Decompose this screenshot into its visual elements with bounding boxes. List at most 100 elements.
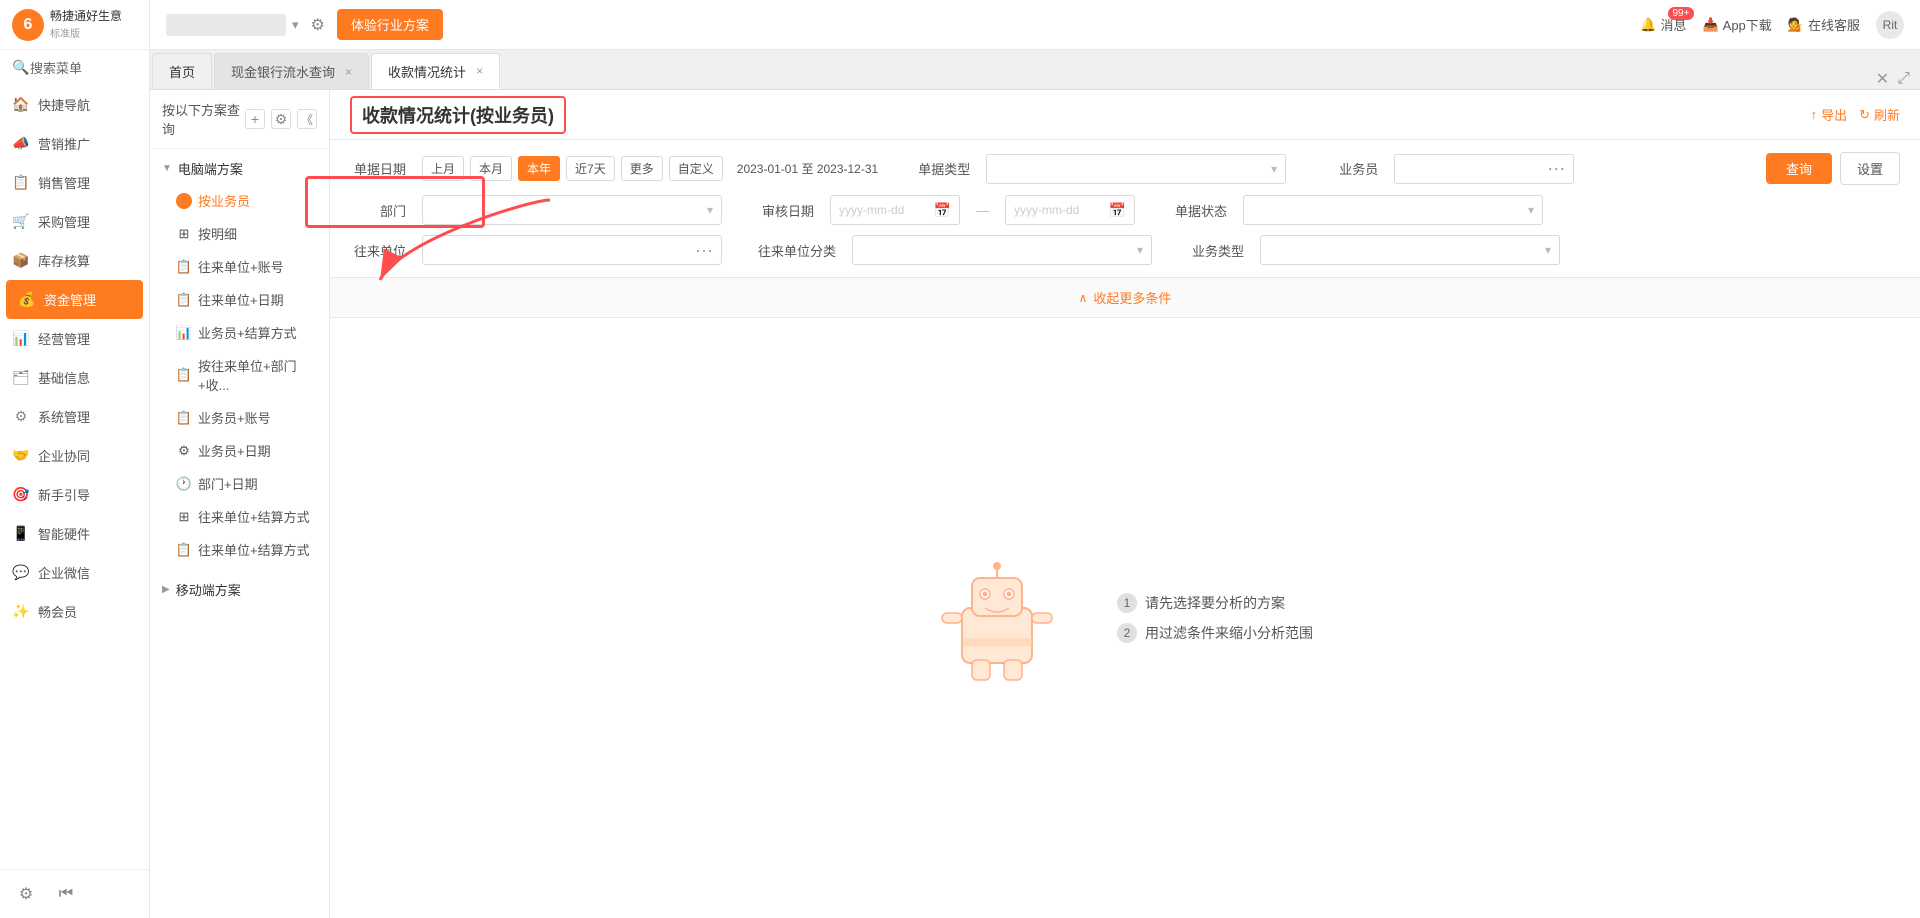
- trial-button[interactable]: 体验行业方案: [337, 9, 443, 40]
- online-service-link[interactable]: 💁 在线客服: [1788, 15, 1860, 34]
- topbar-right-actions: 🔔 消息 99+ 📥 App下载 💁 在线客服 Rit: [1640, 11, 1904, 39]
- notification-button[interactable]: 🔔 消息 99+: [1640, 15, 1686, 34]
- sales-icon: 📋: [12, 174, 30, 192]
- date-btn-custom[interactable]: 自定义: [669, 156, 723, 181]
- app-name: 畅捷通好生意: [50, 9, 122, 25]
- plan-group-pc-header[interactable]: ▼ 电脑端方案: [150, 153, 329, 184]
- plan-item-by-detail[interactable]: ⊞ 按明细: [150, 217, 329, 250]
- sidebar-settings-icon[interactable]: ⚙: [12, 880, 40, 908]
- active-dot-icon: [176, 193, 192, 209]
- sidebar-item-search[interactable]: 🔍 搜索菜单: [0, 50, 149, 85]
- plan-item-salesperson-date-label: 业务员+日期: [198, 441, 271, 460]
- page-title-box: 收款情况统计(按业务员): [350, 96, 566, 134]
- refresh-icon: ↻: [1859, 107, 1870, 123]
- guide-icon: 🎯: [12, 486, 30, 504]
- plan-item-dept-date[interactable]: 🕐 部门+日期: [150, 467, 329, 500]
- app-download-link[interactable]: 📥 App下载: [1702, 15, 1771, 34]
- sidebar-member-label: 畅会员: [38, 602, 77, 621]
- date-btn-this-year[interactable]: 本年: [518, 156, 560, 181]
- page-header: 收款情况统计(按业务员) ↑ 导出 ↻ 刷新: [330, 90, 1920, 140]
- plan-group-mobile-header[interactable]: ▶ 移动端方案: [150, 574, 329, 605]
- plan-item-unit-settle1[interactable]: ⊞ 往来单位+结算方式: [150, 500, 329, 533]
- settings-button[interactable]: 设置: [1840, 152, 1900, 185]
- plan-settings-button[interactable]: ⚙: [271, 109, 291, 129]
- tab-bank[interactable]: 现金银行流水查询 ×: [214, 53, 369, 89]
- logo-icon: 6: [12, 9, 44, 41]
- add-plan-button[interactable]: +: [245, 109, 265, 129]
- tip-2-text: 用过滤条件来缩小分析范围: [1145, 623, 1313, 643]
- sidebar-item-system[interactable]: ⚙ 系统管理: [0, 397, 149, 436]
- sidebar-item-capital[interactable]: 💰 资金管理: [6, 280, 143, 319]
- capital-icon: 💰: [18, 291, 36, 309]
- tab-close-all-icon[interactable]: ✕: [1876, 69, 1889, 89]
- plan-item-salesperson-account-label: 业务员+账号: [198, 408, 271, 427]
- plan-item-unit-date[interactable]: 📋 往来单位+日期: [150, 283, 329, 316]
- tab-collection-close[interactable]: ×: [476, 64, 483, 78]
- sidebar-item-basic[interactable]: 🗂 基础信息: [0, 358, 149, 397]
- sidebar-item-marketing[interactable]: 📣 营销推广: [0, 124, 149, 163]
- sidebar-collapse-icon[interactable]: ⏮: [52, 880, 80, 908]
- sidebar-quicknav-label: 快捷导航: [38, 95, 90, 114]
- date-btn-7days[interactable]: 近7天: [566, 156, 615, 181]
- collapse-chevron-icon: ∧: [1079, 291, 1088, 305]
- left-panel: 按以下方案查询 + ⚙ 《 ▼ 电脑端方案 按业务员: [150, 90, 330, 918]
- grid-icon-2: ⊞: [176, 509, 192, 525]
- collapse-bar[interactable]: ∧ 收起更多条件: [330, 278, 1920, 318]
- table-icon-4: 📋: [176, 410, 192, 426]
- review-date-to[interactable]: yyyy-mm-dd 📅: [1005, 195, 1135, 225]
- sidebar-item-operation[interactable]: 📊 经营管理: [0, 319, 149, 358]
- breadcrumb: ▾: [166, 14, 299, 36]
- user-avatar[interactable]: Rit: [1876, 11, 1904, 39]
- export-button[interactable]: ↑ 导出: [1811, 105, 1848, 124]
- sidebar-guide-label: 新手引导: [38, 485, 90, 504]
- tab-collection[interactable]: 收款情况统计 ×: [371, 53, 500, 89]
- tab-home[interactable]: 首页: [152, 53, 212, 89]
- sidebar-hardware-label: 智能硬件: [38, 524, 90, 543]
- partner-type-select[interactable]: ▾: [852, 235, 1152, 265]
- sidebar-item-sales[interactable]: 📋 销售管理: [0, 163, 149, 202]
- sidebar-marketing-label: 营销推广: [38, 134, 90, 153]
- tab-collection-label: 收款情况统计: [388, 62, 466, 81]
- plan-item-unit-account[interactable]: 📋 往来单位+账号: [150, 250, 329, 283]
- dept-label: 部门: [350, 201, 406, 220]
- plan-group-pc: ▼ 电脑端方案 按业务员 ⊞ 按明细 📋 往来单位+账号: [150, 149, 329, 570]
- system-icon: ⚙: [12, 408, 30, 426]
- chevron-down-icon: ▼: [162, 163, 172, 174]
- partner-select[interactable]: ···: [422, 235, 722, 265]
- tab-expand-icon[interactable]: ⤢: [1897, 70, 1910, 88]
- sidebar-item-wechat[interactable]: 💬 企业微信: [0, 553, 149, 592]
- plan-item-unit-settle2[interactable]: 📋 往来单位+结算方式: [150, 533, 329, 566]
- doc-status-select[interactable]: ▾: [1243, 195, 1543, 225]
- filter-row-3: 往来单位 ··· 往来单位分类 ▾ 业务类型 ▾: [350, 235, 1900, 265]
- query-button[interactable]: 查询: [1766, 153, 1832, 184]
- topbar-gear-icon[interactable]: ⚙: [311, 15, 325, 35]
- salesperson-select[interactable]: ···: [1394, 154, 1574, 184]
- plan-item-salesperson-settle[interactable]: 📊 业务员+结算方式: [150, 316, 329, 349]
- sidebar-item-hardware[interactable]: 📱 智能硬件: [0, 514, 149, 553]
- sidebar-item-quicknav[interactable]: 🏠 快捷导航: [0, 85, 149, 124]
- date-dash: —: [976, 203, 989, 218]
- sidebar-item-purchase[interactable]: 🛒 采购管理: [0, 202, 149, 241]
- plan-item-unit-dept-collect[interactable]: 📋 按往来单位+部门+收...: [150, 349, 329, 401]
- sidebar-item-member[interactable]: ✨ 畅会员: [0, 592, 149, 631]
- biz-type-select[interactable]: ▾: [1260, 235, 1560, 265]
- plan-item-by-salesperson[interactable]: 按业务员: [150, 184, 329, 217]
- plan-item-salesperson-date[interactable]: ⚙ 业务员+日期: [150, 434, 329, 467]
- sidebar-item-inventory[interactable]: 📦 库存核算: [0, 241, 149, 280]
- review-date-from[interactable]: yyyy-mm-dd 📅: [830, 195, 960, 225]
- doc-type-select[interactable]: ▾: [986, 154, 1286, 184]
- date-btn-more[interactable]: 更多: [621, 156, 663, 181]
- dept-select[interactable]: ▾: [422, 195, 722, 225]
- plan-item-salesperson-account[interactable]: 📋 业务员+账号: [150, 401, 329, 434]
- search-icon: 🔍: [12, 59, 30, 77]
- date-btn-this-month[interactable]: 本月: [470, 156, 512, 181]
- collapse-panel-button[interactable]: 《: [297, 109, 317, 129]
- tab-bank-close[interactable]: ×: [345, 65, 352, 79]
- sidebar-item-guide[interactable]: 🎯 新手引导: [0, 475, 149, 514]
- tab-bank-label: 现金银行流水查询: [231, 62, 335, 81]
- refresh-button[interactable]: ↻ 刷新: [1859, 105, 1900, 124]
- sidebar-item-enterprise[interactable]: 🤝 企业协同: [0, 436, 149, 475]
- notification-badge: 99+: [1668, 7, 1695, 20]
- date-btn-last-month[interactable]: 上月: [422, 156, 464, 181]
- sidebar-operation-label: 经营管理: [38, 329, 90, 348]
